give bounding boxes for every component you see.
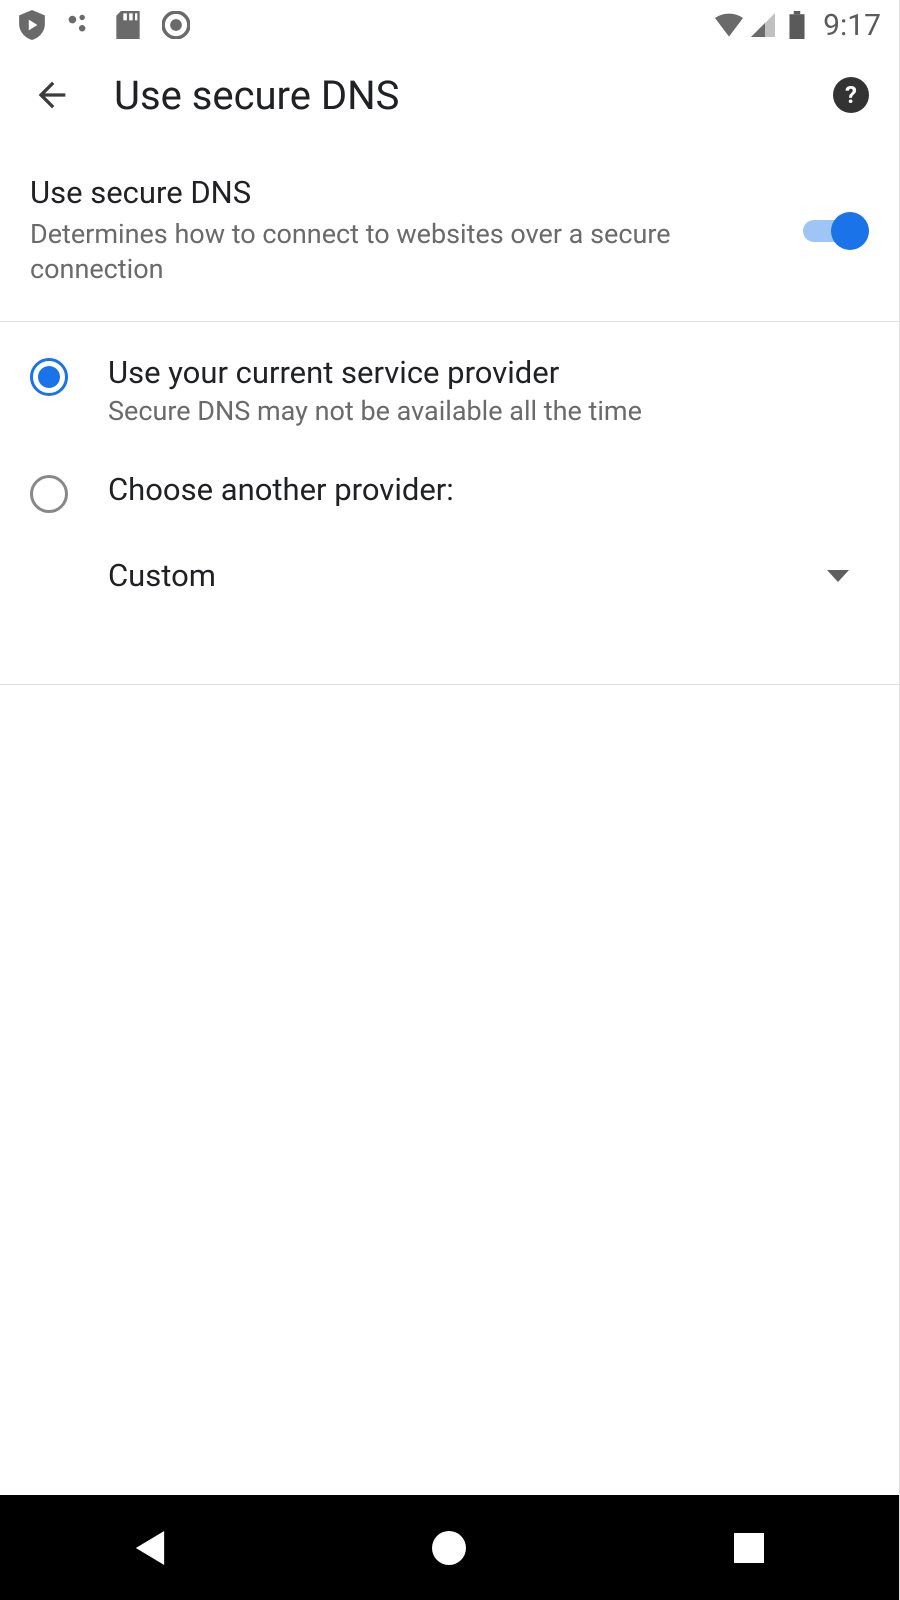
option-text: Choose another provider: (108, 471, 869, 512)
battery-icon (783, 11, 811, 39)
nav-home-button[interactable] (424, 1523, 474, 1573)
radio-choose-another[interactable] (30, 475, 68, 513)
page-title: Use secure DNS (114, 72, 793, 119)
setting-title: Use secure DNS (30, 174, 763, 211)
option-choose-another[interactable]: Choose another provider: (0, 449, 899, 535)
option-subtitle: Secure DNS may not be available all the … (108, 395, 869, 427)
assistant-icon (66, 11, 94, 39)
provider-dropdown[interactable]: Custom (0, 535, 899, 674)
app-bar: Use secure DNS ? (0, 50, 899, 140)
option-text: Use your current service provider Secure… (108, 354, 869, 427)
option-title: Choose another provider: (108, 471, 869, 508)
secure-dns-toggle-row: Use secure DNS Determines how to connect… (0, 140, 899, 322)
wifi-icon (715, 11, 743, 39)
nav-recent-button[interactable] (724, 1523, 774, 1573)
help-icon[interactable]: ? (833, 77, 869, 113)
chevron-down-icon (827, 570, 849, 582)
status-right-icons: 9:17 (715, 8, 881, 43)
option-current-provider[interactable]: Use your current service provider Secure… (0, 332, 899, 449)
status-left-icons (18, 11, 190, 39)
secure-dns-toggle[interactable] (803, 211, 869, 251)
status-bar: 9:17 (0, 0, 899, 50)
dropdown-value: Custom (108, 557, 216, 594)
provider-options: Use your current service provider Secure… (0, 322, 899, 685)
status-time: 9:17 (823, 8, 881, 43)
play-protect-icon (18, 11, 46, 39)
radio-current-provider[interactable] (30, 358, 68, 396)
radio-inner (38, 366, 60, 388)
back-button[interactable] (30, 73, 74, 117)
sync-icon (162, 11, 190, 39)
sd-card-icon (114, 11, 142, 39)
setting-text: Use secure DNS Determines how to connect… (30, 174, 803, 287)
signal-icon (749, 11, 777, 39)
nav-back-button[interactable] (125, 1523, 175, 1573)
toggle-thumb (831, 212, 869, 250)
option-title: Use your current service provider (108, 354, 869, 391)
navigation-bar (0, 1495, 899, 1600)
setting-subtitle: Determines how to connect to websites ov… (30, 217, 763, 287)
